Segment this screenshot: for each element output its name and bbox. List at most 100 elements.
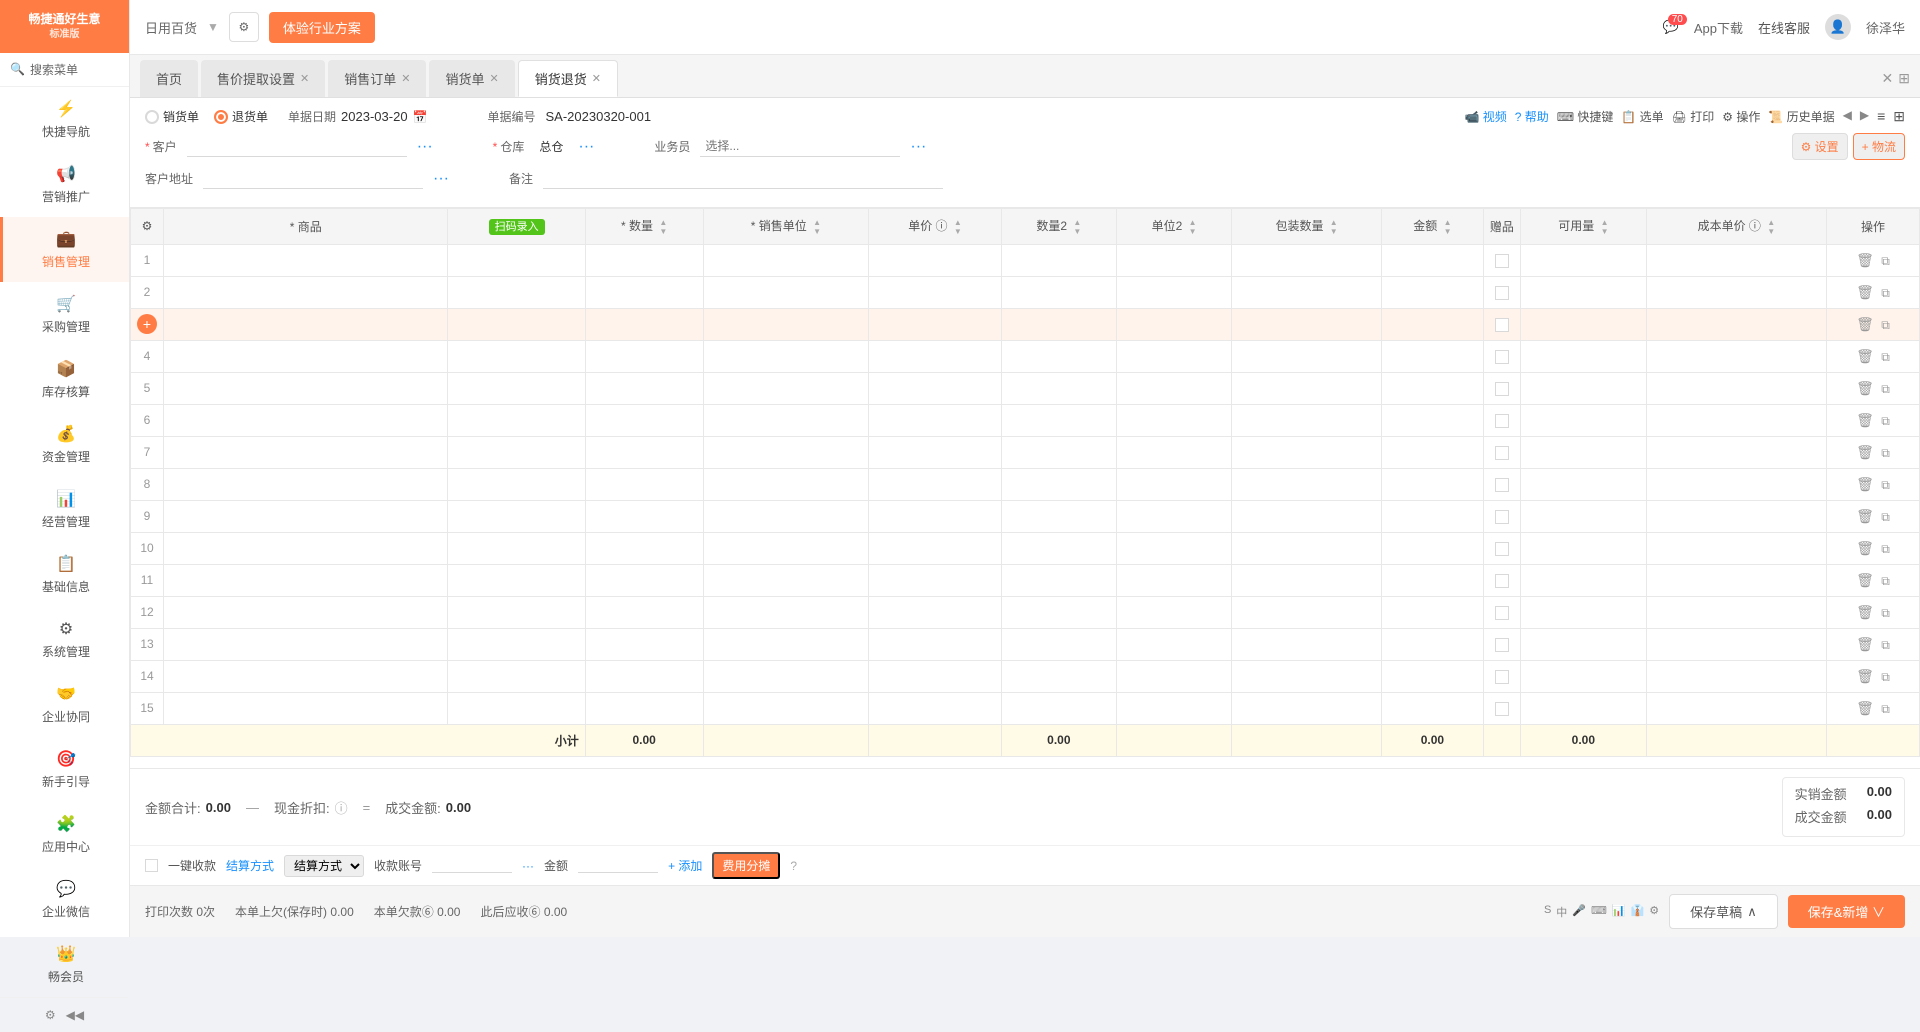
delete-btn-5[interactable]: 🗑 — [1856, 380, 1874, 396]
gift-cell-8[interactable] — [1483, 468, 1520, 500]
unit-cell-15[interactable] — [703, 692, 869, 724]
gift-checkbox-13[interactable] — [1495, 638, 1509, 652]
price-cell-9[interactable] — [869, 500, 1001, 532]
customer-addr-input[interactable] — [203, 168, 423, 189]
sidebar-item-basic[interactable]: 📋 基础信息 — [0, 542, 129, 607]
pack-qty-cell-4[interactable] — [1232, 340, 1382, 372]
qty2-cell-8[interactable] — [1001, 468, 1116, 500]
operate-btn[interactable]: ⚙ 操作 — [1722, 108, 1760, 125]
copy-btn-11[interactable]: ⧉ — [1881, 574, 1890, 588]
unit-cell-14[interactable] — [703, 660, 869, 692]
th-settings[interactable]: ⚙ — [131, 209, 164, 245]
delete-btn-10[interactable]: 🗑 — [1856, 540, 1874, 556]
copy-btn-7[interactable]: ⧉ — [1881, 446, 1890, 460]
gift-checkbox-3[interactable] — [1495, 318, 1509, 332]
copy-btn-5[interactable]: ⧉ — [1881, 382, 1890, 396]
product-cell-7[interactable] — [164, 436, 448, 468]
gift-cell-3[interactable] — [1483, 308, 1520, 340]
view-grid-icon[interactable]: ⊞ — [1893, 108, 1905, 125]
gift-cell-4[interactable] — [1483, 340, 1520, 372]
delete-btn-7[interactable]: 🗑 — [1856, 444, 1874, 460]
product-cell-3[interactable] — [164, 308, 448, 340]
salesperson-dots[interactable]: ··· — [910, 138, 926, 156]
copy-btn-1[interactable]: ⧉ — [1881, 254, 1890, 268]
amount-cell-3[interactable] — [1381, 308, 1483, 340]
unit-cell-11[interactable] — [703, 564, 869, 596]
pack-qty-cell-6[interactable] — [1232, 404, 1382, 436]
price-cell-5[interactable] — [869, 372, 1001, 404]
price-cell-4[interactable] — [869, 340, 1001, 372]
qty-cell-4[interactable] — [585, 340, 703, 372]
help-btn[interactable]: ? 帮助 — [1515, 108, 1549, 125]
price-cell-1[interactable] — [869, 244, 1001, 276]
print-btn[interactable]: 🖨 打印 — [1672, 108, 1715, 125]
unit2-cell-7[interactable] — [1116, 436, 1231, 468]
price-cell-7[interactable] — [869, 436, 1001, 468]
qty-cell-12[interactable] — [585, 596, 703, 628]
qty-cell-2[interactable] — [585, 276, 703, 308]
online-service-link[interactable]: 在线客服 — [1758, 18, 1810, 37]
unit2-cell-6[interactable] — [1116, 404, 1231, 436]
unit-cell-12[interactable] — [703, 596, 869, 628]
view-table-icon[interactable]: ≡ — [1877, 108, 1885, 125]
price-cell-6[interactable] — [869, 404, 1001, 436]
tab-home[interactable]: 首页 — [140, 60, 198, 97]
copy-btn-14[interactable]: ⧉ — [1881, 670, 1890, 684]
calc-method-select[interactable]: 结算方式 — [284, 855, 364, 877]
product-cell-8[interactable] — [164, 468, 448, 500]
qty2-cell-15[interactable] — [1001, 692, 1116, 724]
qty2-cell-10[interactable] — [1001, 532, 1116, 564]
product-input-3[interactable] — [241, 317, 371, 331]
gift-cell-1[interactable] — [1483, 244, 1520, 276]
amount-cell-1[interactable] — [1381, 244, 1483, 276]
delete-btn-15[interactable]: 🗑 — [1856, 700, 1874, 716]
price-cell-13[interactable] — [869, 628, 1001, 660]
history-btn[interactable]: 📜 历史单据 — [1768, 108, 1834, 125]
nav-dropdown-arrow[interactable]: ▼ — [207, 20, 219, 34]
shortcut-btn[interactable]: ⌨ 快捷键 — [1557, 108, 1614, 125]
unit2-cell-3[interactable] — [1116, 308, 1231, 340]
product-cell-15[interactable] — [164, 692, 448, 724]
price-cell-2[interactable] — [869, 276, 1001, 308]
tab-sales-order[interactable]: 销售订单 ✕ — [328, 60, 426, 97]
pack-qty-cell-2[interactable] — [1232, 276, 1382, 308]
product-cell-1[interactable] — [164, 244, 448, 276]
qty2-cell-13[interactable] — [1001, 628, 1116, 660]
add-logistics-button[interactable]: + 物流 — [1853, 133, 1905, 160]
unit2-cell-12[interactable] — [1116, 596, 1231, 628]
save-draft-button[interactable]: 保存草稿 ∧ — [1669, 894, 1778, 929]
delete-btn-1[interactable]: 🗑 — [1856, 252, 1874, 268]
copy-btn-6[interactable]: ⧉ — [1881, 414, 1890, 428]
gift-checkbox-11[interactable] — [1495, 574, 1509, 588]
qty-cell-9[interactable] — [585, 500, 703, 532]
scan-button[interactable]: 扫码录入 — [489, 219, 545, 235]
qty-cell-14[interactable] — [585, 660, 703, 692]
calc-method-label[interactable]: 结算方式 — [226, 857, 274, 874]
price-cell-11[interactable] — [869, 564, 1001, 596]
qty-cell-11[interactable] — [585, 564, 703, 596]
delete-btn-2[interactable]: 🗑 — [1856, 284, 1874, 300]
sidebar-item-operations[interactable]: 📊 经营管理 — [0, 477, 129, 542]
amount-cell-7[interactable] — [1381, 436, 1483, 468]
unit2-cell-13[interactable] — [1116, 628, 1231, 660]
unit2-cell-10[interactable] — [1116, 532, 1231, 564]
delete-btn-14[interactable]: 🗑 — [1856, 668, 1874, 684]
qty-cell-3[interactable] — [585, 308, 703, 340]
sidebar-item-inventory[interactable]: 📦 库存核算 — [0, 347, 129, 412]
sidebar-item-wechat[interactable]: 💬 企业微信 — [0, 867, 129, 932]
radio-return[interactable]: 退货单 — [214, 108, 268, 125]
product-cell-12[interactable] — [164, 596, 448, 628]
price-cell-3[interactable] — [869, 308, 1001, 340]
sidebar-item-marketing[interactable]: 📢 营销推广 — [0, 152, 129, 217]
delete-btn-11[interactable]: 🗑 — [1856, 572, 1874, 588]
customer-input[interactable] — [187, 136, 407, 157]
qty-cell-15[interactable] — [585, 692, 703, 724]
qty2-cell-4[interactable] — [1001, 340, 1116, 372]
sidebar-item-apps[interactable]: 🧩 应用中心 — [0, 802, 129, 867]
product-cell-9[interactable] — [164, 500, 448, 532]
copy-btn-4[interactable]: ⧉ — [1881, 350, 1890, 364]
sidebar-item-system[interactable]: ⚙ 系统管理 — [0, 607, 129, 672]
amount-cell-11[interactable] — [1381, 564, 1483, 596]
copy-btn-10[interactable]: ⧉ — [1881, 542, 1890, 556]
qty2-cell-3[interactable] — [1001, 308, 1116, 340]
